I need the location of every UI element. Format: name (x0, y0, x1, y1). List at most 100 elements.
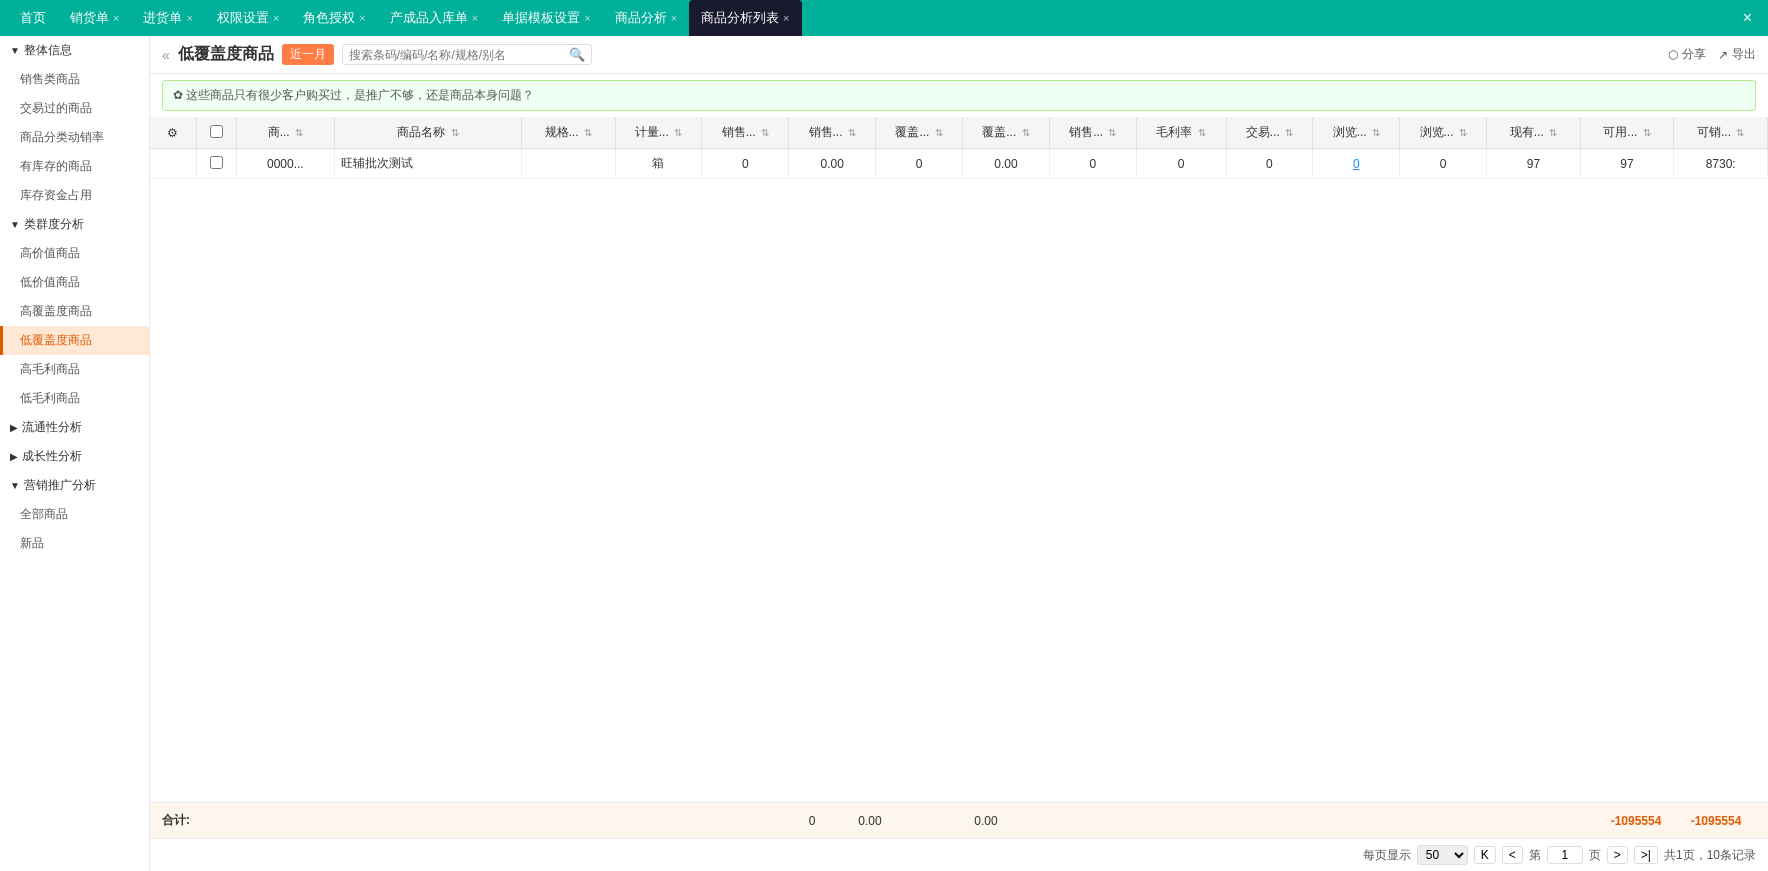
col-sales-amt[interactable]: 销售... ⇅ (789, 117, 876, 149)
col-sales-qty[interactable]: 销售... ⇅ (702, 117, 789, 149)
sidebar: ▼ 整体信息 销售类商品 交易过的商品 商品分类动销率 有库存的商品 库存资金占… (0, 36, 150, 871)
search-box[interactable]: 🔍 (342, 44, 592, 65)
close-icon[interactable]: × (783, 12, 789, 24)
sidebar-item-high-coverage[interactable]: 高覆盖度商品 (0, 297, 149, 326)
footer-available: -1095554 (1676, 814, 1756, 828)
row-checkbox-cell[interactable] (196, 149, 236, 179)
first-page-button[interactable]: K (1474, 846, 1496, 864)
table-container: ⚙ 商... ⇅ 商品名称 ⇅ 规格... ⇅ 计量... ⇅ 销售... ⇅ … (150, 117, 1768, 802)
sidebar-item-traded-goods[interactable]: 交易过的商品 (0, 94, 149, 123)
row-code: 0000... (236, 149, 334, 179)
table-header-row: ⚙ 商... ⇅ 商品名称 ⇅ 规格... ⇅ 计量... ⇅ 销售... ⇅ … (150, 117, 1768, 149)
sidebar-section-cluster[interactable]: ▼ 类群度分析 (0, 210, 149, 239)
period-button[interactable]: 近一月 (282, 44, 334, 65)
row-settings (150, 149, 196, 179)
nav-tab-inbound[interactable]: 产成品入库单 × (378, 0, 490, 36)
export-icon: ↗ (1718, 48, 1728, 62)
sidebar-item-high-value[interactable]: 高价值商品 (0, 239, 149, 268)
table-footer: 合计: 0 0.00 0.00 -1095554 -1095554 (150, 802, 1768, 838)
footer-coverage2: 0.00 (957, 814, 1015, 828)
nav-tab-home[interactable]: 首页 (8, 0, 58, 36)
sidebar-section-marketing[interactable]: ▼ 营销推广分析 (0, 471, 149, 500)
col-transaction[interactable]: 交易... ⇅ (1226, 117, 1313, 149)
close-icon[interactable]: × (472, 12, 478, 24)
content-header: « 低覆盖度商品 近一月 🔍 ⬡ 分享 ↗ 导出 (150, 36, 1768, 74)
sidebar-item-high-margin[interactable]: 高毛利商品 (0, 355, 149, 384)
sidebar-item-new-goods[interactable]: 新品 (0, 529, 149, 558)
col-gross-rate[interactable]: 毛利率 ⇅ (1136, 117, 1226, 149)
col-browse1[interactable]: 浏览... ⇅ (1313, 117, 1400, 149)
row-coverage1: 0 (876, 149, 963, 179)
table-row: 0000... 旺辅批次测试 箱 0 0.00 0 0.00 0 0 0 0 0… (150, 149, 1768, 179)
close-icon[interactable]: × (359, 12, 365, 24)
last-page-button[interactable]: >| (1634, 846, 1658, 864)
row-sellable: 8730: (1674, 149, 1768, 179)
row-gross-rate: 0 (1136, 149, 1226, 179)
nav-tab-permissions[interactable]: 权限设置 × (205, 0, 291, 36)
page-input[interactable] (1547, 846, 1583, 864)
chevron-down-icon: ▼ (10, 219, 20, 230)
row-browse2: 0 (1400, 149, 1487, 179)
row-sales-qty: 0 (702, 149, 789, 179)
export-button[interactable]: ↗ 导出 (1718, 46, 1756, 63)
top-nav: 首页 销货单 × 进货单 × 权限设置 × 角色授权 × 产成品入库单 × 单据… (0, 0, 1768, 36)
col-browse2[interactable]: 浏览... ⇅ (1400, 117, 1487, 149)
close-icon[interactable]: × (584, 12, 590, 24)
row-transaction: 0 (1226, 149, 1313, 179)
sidebar-item-sales-goods[interactable]: 销售类商品 (0, 65, 149, 94)
close-icon[interactable]: × (671, 12, 677, 24)
col-sales3[interactable]: 销售... ⇅ (1049, 117, 1136, 149)
sidebar-item-low-coverage[interactable]: 低覆盖度商品 (0, 326, 149, 355)
col-spec[interactable]: 规格... ⇅ (521, 117, 615, 149)
close-all-button[interactable]: × (1735, 9, 1760, 27)
data-table: ⚙ 商... ⇅ 商品名称 ⇅ 规格... ⇅ 计量... ⇅ 销售... ⇅ … (150, 117, 1768, 179)
share-icon: ⬡ (1668, 48, 1678, 62)
col-available[interactable]: 可用... ⇅ (1580, 117, 1674, 149)
row-current: 97 (1487, 149, 1581, 179)
col-coverage1[interactable]: 覆盖... ⇅ (876, 117, 963, 149)
nav-tab-purchase[interactable]: 进货单 × (131, 0, 204, 36)
col-code[interactable]: 商... ⇅ (236, 117, 334, 149)
close-icon[interactable]: × (273, 12, 279, 24)
close-icon[interactable]: × (186, 12, 192, 24)
sidebar-item-in-stock[interactable]: 有库存的商品 (0, 152, 149, 181)
footer-sales-amt: 0.00 (841, 814, 899, 828)
chevron-down-icon: ▼ (10, 480, 20, 491)
per-page-select[interactable]: 50 20 100 (1417, 845, 1468, 865)
col-coverage2[interactable]: 覆盖... ⇅ (963, 117, 1050, 149)
collapse-button[interactable]: « (162, 47, 170, 63)
sidebar-item-capital[interactable]: 库存资金占用 (0, 181, 149, 210)
search-input[interactable] (349, 48, 569, 62)
select-all-checkbox[interactable] (210, 125, 223, 138)
chevron-right-icon: ▶ (10, 451, 18, 462)
info-banner: ✿ 这些商品只有很少客户购买过，是推广不够，还是商品本身问题？ (162, 80, 1756, 111)
row-unit: 箱 (615, 149, 702, 179)
col-sellable[interactable]: 可销... ⇅ (1674, 117, 1768, 149)
row-checkbox[interactable] (210, 156, 223, 169)
col-settings[interactable]: ⚙ (150, 117, 196, 149)
close-icon[interactable]: × (113, 12, 119, 24)
col-name[interactable]: 商品名称 ⇅ (334, 117, 521, 149)
sidebar-item-low-value[interactable]: 低价值商品 (0, 268, 149, 297)
col-current[interactable]: 现有... ⇅ (1487, 117, 1581, 149)
nav-tab-analysis-list[interactable]: 商品分析列表 × (689, 0, 801, 36)
row-sales-amt: 0.00 (789, 149, 876, 179)
footer-sales-qty: 0 (783, 814, 841, 828)
col-check[interactable] (196, 117, 236, 149)
sidebar-section-overall[interactable]: ▼ 整体信息 (0, 36, 149, 65)
sidebar-item-all-goods[interactable]: 全部商品 (0, 500, 149, 529)
col-unit[interactable]: 计量... ⇅ (615, 117, 702, 149)
sidebar-item-low-margin[interactable]: 低毛利商品 (0, 384, 149, 413)
prev-page-button[interactable]: < (1502, 846, 1523, 864)
sidebar-item-category-rate[interactable]: 商品分类动销率 (0, 123, 149, 152)
row-browse1[interactable]: 0 (1313, 149, 1400, 179)
sidebar-section-growth[interactable]: ▶ 成长性分析 (0, 442, 149, 471)
nav-tab-analysis[interactable]: 商品分析 × (603, 0, 689, 36)
content-area: « 低覆盖度商品 近一月 🔍 ⬡ 分享 ↗ 导出 ✿ 这些商品只有很少客户购买过… (150, 36, 1768, 871)
nav-tab-sales[interactable]: 销货单 × (58, 0, 131, 36)
sidebar-section-circulation[interactable]: ▶ 流通性分析 (0, 413, 149, 442)
share-button[interactable]: ⬡ 分享 (1668, 46, 1706, 63)
nav-tab-roles[interactable]: 角色授权 × (291, 0, 377, 36)
next-page-button[interactable]: > (1607, 846, 1628, 864)
nav-tab-template[interactable]: 单据模板设置 × (490, 0, 602, 36)
